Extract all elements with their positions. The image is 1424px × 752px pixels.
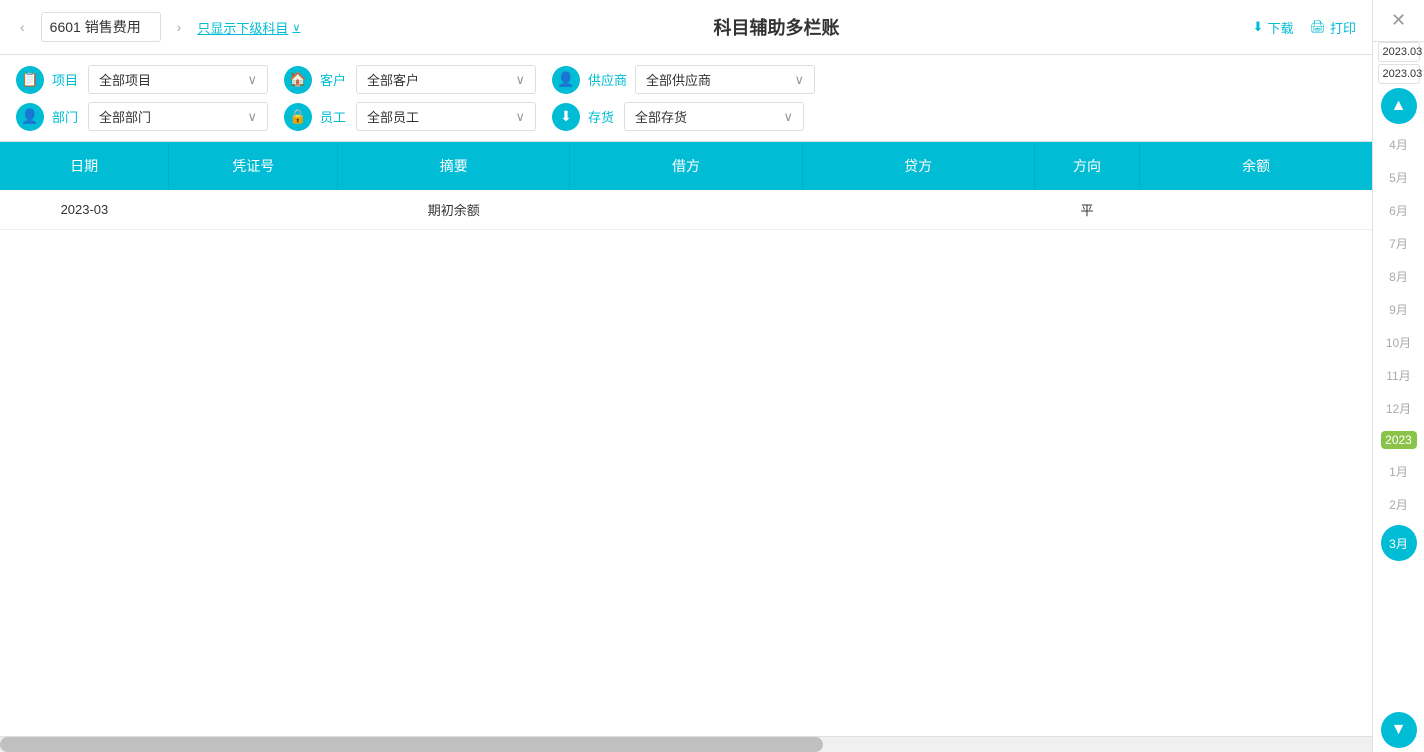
month-list: 4月 5月 6月 7月 8月 9月 10月 11月 12月 2023 1月 2月… [1373,128,1424,708]
month-item-5[interactable]: 5月 [1373,161,1424,194]
employee-select-arrow: ∨ [515,109,525,125]
month-item-11[interactable]: 11月 [1373,359,1424,392]
account-code-display: 6601 销售费用 [41,12,161,42]
customer-icon: 🏠 [284,66,312,94]
inventory-select-arrow: ∨ [783,109,793,125]
supplier-select[interactable]: 全部供应商 ∨ [635,65,815,94]
col-header-credit: 贷方 [802,142,1034,190]
cell-summary: 期初余额 [338,190,570,230]
department-icon: 👤 [16,103,44,131]
customer-label: 客户 [320,70,348,89]
table-row: 2023-03 期初余额 平 [0,190,1372,230]
customer-select[interactable]: 全部客户 ∨ [356,65,536,94]
show-sub-toggle[interactable]: 只显示下级科目 ∨ [197,18,300,37]
month-sidebar: ✕ 2023.03 2023.03 ▲ 4月 5月 6月 7月 8月 9月 10… [1372,0,1424,752]
inventory-label: 存货 [588,107,616,126]
project-icon: 📋 [16,66,44,94]
nav-prev-button[interactable]: ‹ [16,17,29,37]
project-select-arrow: ∨ [247,72,257,88]
year-badge-2023[interactable]: 2023 [1381,431,1417,449]
month-item-10[interactable]: 10月 [1373,326,1424,359]
employee-icon: 🔒 [284,103,312,131]
department-label: 部门 [52,107,80,126]
employee-select[interactable]: 全部员工 ∨ [356,102,536,131]
project-select[interactable]: 全部项目 ∨ [88,65,268,94]
month-item-4[interactable]: 4月 [1373,128,1424,161]
print-button[interactable]: 🖨 打印 [1309,18,1356,37]
department-select[interactable]: 全部部门 ∨ [88,102,268,131]
month-item-7[interactable]: 7月 [1373,227,1424,260]
employee-label: 员工 [320,107,348,126]
col-header-debit: 借方 [570,142,802,190]
close-button[interactable]: ✕ [1373,0,1424,42]
col-header-voucher: 凭证号 [169,142,338,190]
selected-month-2[interactable]: 2023.03 [1378,64,1420,84]
cell-credit [802,190,1034,230]
cell-balance [1140,190,1372,230]
nav-next-button[interactable]: › [173,17,186,37]
supplier-select-arrow: ∨ [795,72,805,88]
month-item-2[interactable]: 2月 [1373,488,1424,521]
print-icon: 🖨 [1309,19,1326,35]
month-item-8[interactable]: 8月 [1373,260,1424,293]
month-item-3[interactable]: 3月 [1381,525,1417,561]
month-item-1[interactable]: 1月 [1373,455,1424,488]
download-button[interactable]: ⬇ 下载 [1253,18,1294,37]
cell-date: 2023-03 [0,190,169,230]
month-item-6[interactable]: 6月 [1373,194,1424,227]
department-select-arrow: ∨ [247,109,257,125]
col-header-direction: 方向 [1034,142,1140,190]
col-header-balance: 余额 [1140,142,1372,190]
supplier-label: 供应商 [588,70,627,89]
cell-debit [570,190,802,230]
month-item-9[interactable]: 9月 [1373,293,1424,326]
download-icon: ⬇ [1253,19,1264,35]
main-table: 日期 凭证号 摘要 借方 贷方 方向 余额 2023-03 [0,142,1372,230]
inventory-select[interactable]: 全部存货 ∨ [624,102,804,131]
col-header-date: 日期 [0,142,169,190]
horizontal-scrollbar[interactable] [0,736,1372,752]
selected-month-1[interactable]: 2023.03 [1378,42,1420,62]
supplier-icon: 👤 [552,66,580,94]
customer-select-arrow: ∨ [515,72,525,88]
page-title: 科目辅助多栏账 [312,14,1240,40]
cell-voucher [169,190,338,230]
inventory-icon: ⬇ [552,103,580,131]
scroll-up-button[interactable]: ▲ [1381,88,1417,124]
project-label: 项目 [52,70,80,89]
cell-direction: 平 [1034,190,1140,230]
month-item-12[interactable]: 12月 [1373,392,1424,425]
scroll-down-button[interactable]: ▼ [1381,712,1417,748]
col-header-summary: 摘要 [338,142,570,190]
